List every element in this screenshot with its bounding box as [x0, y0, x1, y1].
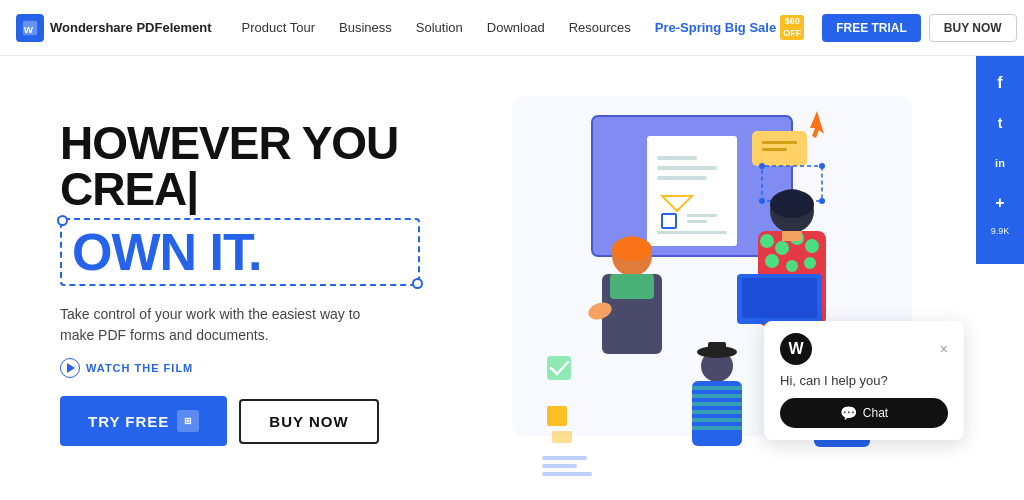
svg-point-19 — [819, 163, 825, 169]
svg-rect-43 — [708, 342, 726, 356]
svg-point-24 — [770, 190, 814, 218]
svg-rect-45 — [692, 386, 742, 390]
hero-buttons: TRY FREE ⊞ BUY NOW — [60, 396, 420, 446]
svg-rect-5 — [647, 136, 737, 246]
svg-point-26 — [760, 234, 774, 248]
svg-rect-55 — [547, 406, 567, 426]
svg-rect-49 — [692, 418, 742, 422]
try-free-button[interactable]: TRY FREE ⊞ — [60, 396, 227, 446]
social-sidebar: f t in + 9.9K — [976, 56, 1024, 264]
free-trial-button[interactable]: FREE TRIAL — [822, 14, 921, 42]
svg-rect-33 — [782, 231, 802, 241]
buy-now-nav-button[interactable]: BUY NOW — [929, 14, 1017, 42]
nav-links: Product Tour Business Solution Download … — [232, 0, 815, 56]
svg-rect-13 — [657, 231, 727, 234]
svg-point-21 — [819, 198, 825, 204]
logo-text: Wondershare PDFelement — [50, 20, 212, 35]
watch-film-label: WATCH THE FILM — [86, 362, 193, 374]
svg-rect-47 — [692, 402, 742, 406]
svg-rect-12 — [687, 220, 707, 223]
svg-rect-35 — [742, 278, 817, 318]
svg-point-18 — [759, 163, 765, 169]
svg-rect-60 — [542, 472, 592, 476]
svg-point-32 — [804, 257, 816, 269]
own-it-text: OWN IT. — [72, 222, 408, 282]
svg-rect-6 — [657, 156, 697, 160]
hero-subtitle: Take control of your work with the easie… — [60, 304, 380, 346]
nav-download[interactable]: Download — [477, 0, 555, 56]
svg-rect-46 — [692, 394, 742, 398]
svg-point-20 — [759, 198, 765, 204]
svg-rect-50 — [692, 426, 742, 430]
chat-bubble-icon: 💬 — [840, 405, 857, 421]
chat-widget: w × Hi, can I help you? 💬 Chat — [764, 321, 964, 440]
svg-rect-40 — [610, 274, 654, 299]
svg-point-27 — [775, 241, 789, 255]
play-triangle — [67, 363, 75, 373]
social-count: 9.9K — [991, 224, 1010, 240]
svg-rect-56 — [552, 431, 572, 443]
linkedin-icon[interactable]: in — [980, 144, 1020, 182]
logo[interactable]: W Wondershare PDFelement — [16, 14, 212, 42]
chat-button[interactable]: 💬 Chat — [780, 398, 948, 428]
plus-share-icon[interactable]: + — [980, 184, 1020, 222]
os-badge: ⊞ — [177, 410, 199, 432]
nav-product-tour[interactable]: Product Tour — [232, 0, 325, 56]
svg-point-31 — [786, 260, 798, 272]
chat-message: Hi, can I help you? — [780, 373, 948, 388]
nav-solution[interactable]: Solution — [406, 0, 473, 56]
svg-point-37 — [612, 237, 652, 261]
buy-now-hero-button[interactable]: BUY NOW — [239, 399, 378, 444]
svg-rect-58 — [542, 456, 587, 460]
svg-rect-59 — [542, 464, 577, 468]
logo-icon: W — [16, 14, 44, 42]
navbar: W Wondershare PDFelement Product Tour Bu… — [0, 0, 1024, 56]
svg-point-30 — [765, 254, 779, 268]
chat-header: w × — [780, 333, 948, 365]
svg-point-29 — [805, 239, 819, 253]
hero-headline: HOWEVER YOU CREA| — [60, 120, 420, 212]
svg-rect-8 — [657, 176, 707, 180]
sale-badge: $60 OFF — [780, 15, 804, 40]
chat-avatar: w — [780, 333, 812, 365]
svg-rect-48 — [692, 410, 742, 414]
nav-actions: FREE TRIAL BUY NOW — [822, 14, 1016, 42]
play-icon — [60, 358, 80, 378]
hero-left: HOWEVER YOU CREA| OWN IT. Take control o… — [0, 56, 440, 500]
facebook-icon[interactable]: f — [980, 64, 1020, 102]
svg-rect-15 — [762, 141, 797, 144]
watch-film-link[interactable]: WATCH THE FILM — [60, 358, 193, 378]
nav-business[interactable]: Business — [329, 0, 402, 56]
twitter-icon[interactable]: t — [980, 104, 1020, 142]
chat-close-button[interactable]: × — [940, 341, 948, 357]
svg-text:W: W — [24, 23, 34, 34]
svg-rect-7 — [657, 166, 717, 170]
nav-resources[interactable]: Resources — [559, 0, 641, 56]
own-it-box: OWN IT. — [60, 218, 420, 286]
nav-sale[interactable]: Pre-Spring Big Sale $60 OFF — [645, 0, 814, 56]
svg-rect-16 — [762, 148, 787, 151]
svg-rect-11 — [687, 214, 717, 217]
